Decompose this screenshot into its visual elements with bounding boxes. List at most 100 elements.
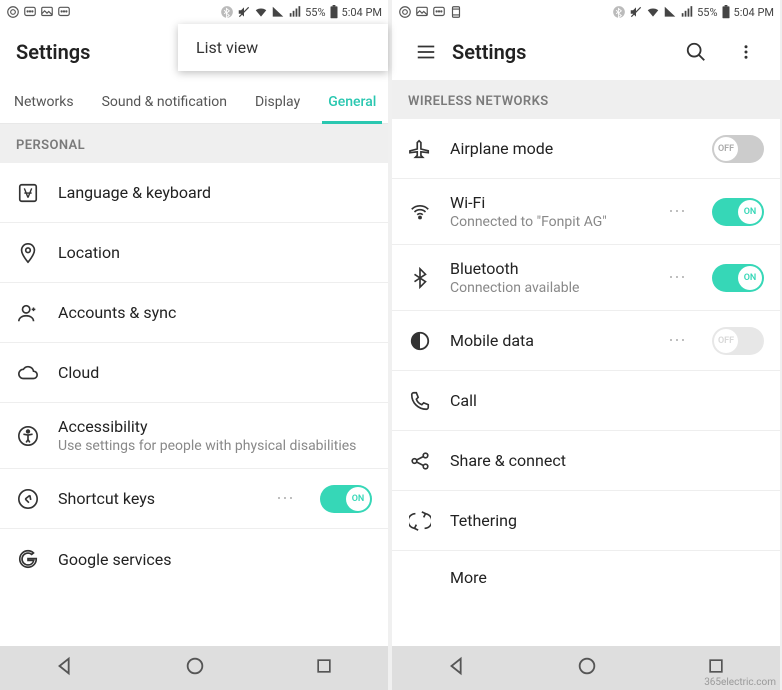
recent-button[interactable]	[314, 656, 334, 680]
tabs: Networks Sound & notification Display Ge…	[0, 80, 388, 124]
back-button[interactable]	[54, 655, 76, 681]
item-label: Google services	[58, 550, 372, 569]
tab-networks[interactable]: Networks	[0, 80, 88, 123]
google-icon	[16, 547, 40, 571]
statusbar-icon	[6, 5, 20, 19]
shortcut-keys-toggle[interactable]: ON	[320, 485, 372, 513]
item-label: Accounts & sync	[58, 303, 372, 322]
bluetooth-status-icon	[612, 5, 626, 19]
shortcut-icon	[16, 487, 40, 511]
mobile-data-icon	[408, 329, 432, 353]
item-bluetooth[interactable]: Bluetooth Connection available ⋯ ON	[392, 245, 780, 311]
item-mobile-data[interactable]: Mobile data ⋯ OFF	[392, 311, 780, 371]
item-sub: Connected to "Fonpit AG"	[450, 214, 644, 230]
back-button[interactable]	[446, 655, 468, 681]
image-icon	[415, 5, 429, 19]
signal-bars-icon	[680, 5, 694, 19]
more-options-icon[interactable]: ⋯	[662, 330, 694, 351]
item-label: Tethering	[450, 511, 764, 530]
section-wireless: WIRELESS NETWORKS	[392, 80, 780, 119]
overflow-icon[interactable]	[728, 34, 764, 70]
item-more[interactable]: More	[392, 551, 780, 589]
item-label: Share & connect	[450, 451, 764, 470]
network-icon	[663, 5, 677, 19]
item-cloud[interactable]: Cloud	[0, 343, 388, 403]
app-bar: Settings	[392, 24, 780, 80]
airplane-toggle[interactable]: OFF	[712, 135, 764, 163]
section-personal: PERSONAL	[0, 124, 388, 163]
statusbar-icon	[398, 5, 412, 19]
battery-icon	[329, 5, 339, 19]
search-icon[interactable]	[678, 34, 714, 70]
phone-right: 55% 5:04 PM Settings WIRELESS NETWORKS A…	[392, 0, 780, 690]
call-icon	[408, 389, 432, 413]
wifi-icon	[254, 5, 268, 19]
battery-icon	[721, 5, 731, 19]
item-accessibility[interactable]: Accessibility Use settings for people wi…	[0, 403, 388, 469]
wifi-toggle[interactable]: ON	[712, 198, 764, 226]
item-label: More	[450, 568, 764, 587]
item-label: Airplane mode	[450, 139, 694, 158]
status-bar: 55% 5:04 PM	[392, 0, 780, 24]
tab-general[interactable]: General	[314, 80, 390, 123]
home-button[interactable]	[184, 655, 206, 681]
location-icon	[16, 241, 40, 265]
item-accounts-sync[interactable]: Accounts & sync	[0, 283, 388, 343]
clock: 5:04 PM	[342, 6, 382, 19]
watermark: 365electric.com	[704, 677, 776, 688]
page-title: Settings	[16, 40, 90, 64]
item-label: Bluetooth	[450, 259, 644, 278]
wifi-icon	[408, 200, 432, 224]
app-icon	[449, 5, 463, 19]
view-menu-popup[interactable]: List view	[178, 24, 388, 71]
item-call[interactable]: Call	[392, 371, 780, 431]
menu-item-list-view[interactable]: List view	[196, 38, 258, 57]
item-label: Location	[58, 243, 372, 262]
battery-pct: 55%	[305, 6, 325, 19]
item-wifi[interactable]: Wi-Fi Connected to "Fonpit AG" ⋯ ON	[392, 179, 780, 245]
item-language-keyboard[interactable]: Language & keyboard	[0, 163, 388, 223]
bluetooth-icon	[408, 266, 432, 290]
clock: 5:04 PM	[734, 6, 774, 19]
bluetooth-status-icon	[220, 5, 234, 19]
page-title: Settings	[452, 40, 526, 64]
accessibility-icon	[16, 424, 40, 448]
item-label: Cloud	[58, 363, 372, 382]
network-icon	[271, 5, 285, 19]
item-label: Mobile data	[450, 331, 644, 350]
mobile-data-toggle[interactable]: OFF	[712, 327, 764, 355]
mute-icon	[237, 5, 251, 19]
menu-icon[interactable]	[408, 34, 444, 70]
more-options-icon[interactable]: ⋯	[270, 488, 302, 509]
wifi-icon	[646, 5, 660, 19]
item-label: Accessibility	[58, 417, 372, 436]
cloud-icon	[16, 361, 40, 385]
image-icon	[40, 5, 54, 19]
item-share-connect[interactable]: Share & connect	[392, 431, 780, 491]
item-airplane-mode[interactable]: Airplane mode OFF	[392, 119, 780, 179]
item-label: Shortcut keys	[58, 489, 252, 508]
tab-display[interactable]: Display	[241, 80, 314, 123]
item-location[interactable]: Location	[0, 223, 388, 283]
item-label: Call	[450, 391, 764, 410]
item-label: Language & keyboard	[58, 183, 372, 202]
bluetooth-toggle[interactable]: ON	[712, 264, 764, 292]
airplane-icon	[408, 137, 432, 161]
item-tethering[interactable]: Tethering	[392, 491, 780, 551]
keyboard-icon	[16, 181, 40, 205]
item-google-services[interactable]: Google services	[0, 529, 388, 589]
message-icon	[432, 5, 446, 19]
more-options-icon[interactable]: ⋯	[662, 201, 694, 222]
item-shortcut-keys[interactable]: Shortcut keys ⋯ ON	[0, 469, 388, 529]
tab-sound[interactable]: Sound & notification	[88, 80, 241, 123]
item-sub: Connection available	[450, 280, 644, 296]
more-options-icon[interactable]: ⋯	[662, 267, 694, 288]
accounts-icon	[16, 301, 40, 325]
message-icon	[57, 5, 71, 19]
nav-bar	[0, 646, 388, 690]
item-sub: Use settings for people with physical di…	[58, 438, 372, 454]
item-label: Wi-Fi	[450, 193, 644, 212]
tethering-icon	[408, 509, 432, 533]
home-button[interactable]	[576, 655, 598, 681]
status-bar: 55% 5:04 PM	[0, 0, 388, 24]
